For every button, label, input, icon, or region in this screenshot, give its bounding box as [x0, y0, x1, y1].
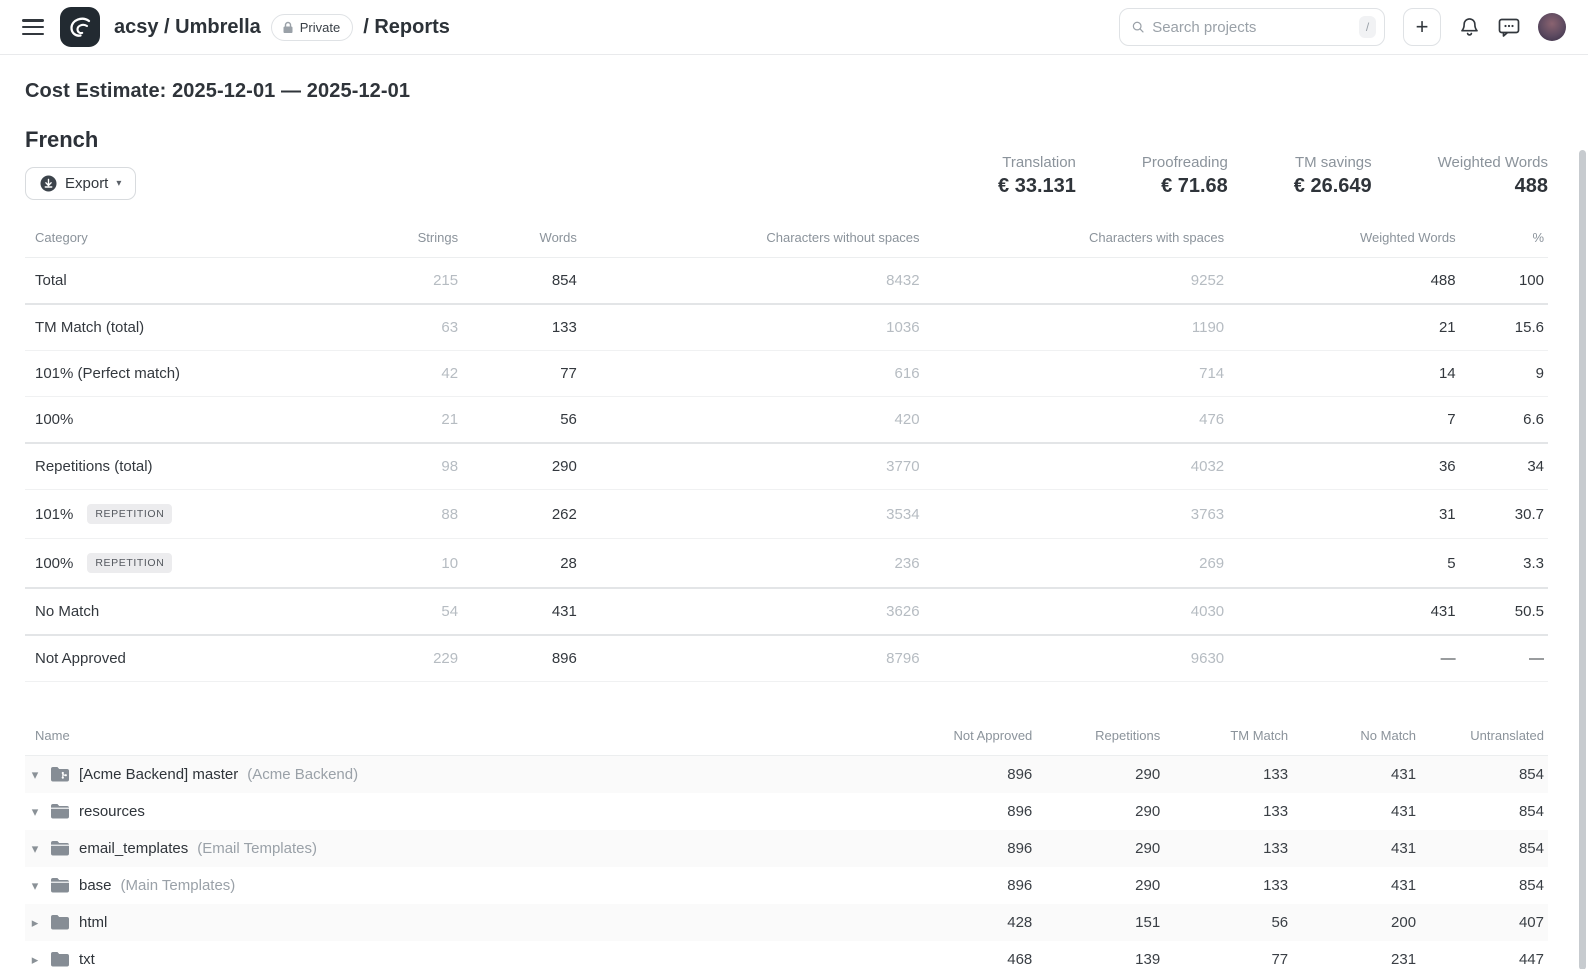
tree-item-suffix: (Acme Backend) [247, 766, 358, 783]
table-row-total: Total 215 854 8432 9252 488 100 [25, 258, 1548, 305]
column-header-strings: Strings [330, 218, 463, 258]
stat-label: TM savings [1294, 154, 1372, 171]
tree-row-folder-txt[interactable]: ▸ txt 468 139 77 231 447 [25, 941, 1548, 969]
folder-icon [50, 914, 70, 931]
column-header-not-approved: Not Approved [908, 716, 1036, 756]
tree-row-folder-base[interactable]: ▾ base(Main Templates) 896 290 133 431 8… [25, 867, 1548, 904]
table-row-100-repetition: 100% REPETITION 10 28 236 269 5 3.3 [25, 539, 1548, 589]
table-row-100: 100% 21 56 420 476 7 6.6 [25, 397, 1548, 444]
cost-table-header-row: Category Strings Words Characters withou… [25, 218, 1548, 258]
cost-estimate-table: Category Strings Words Characters withou… [25, 218, 1548, 682]
stat-weighted-words: Weighted Words 488 [1438, 154, 1548, 198]
tree-row-branch-master[interactable]: ▾ [Acme Backend] master(Acme Backend) 89… [25, 756, 1548, 794]
column-header-percent: % [1460, 218, 1548, 258]
table-row-tm-match-total: TM Match (total) 63 133 1036 1190 21 15.… [25, 304, 1548, 351]
privacy-badge: Private [271, 14, 353, 41]
collapse-caret-icon[interactable]: ▾ [29, 767, 41, 783]
column-header-name: Name [25, 716, 908, 756]
language-section-header: French Export ▾ Translation € 33.131 Pro… [25, 127, 1548, 200]
folder-icon [50, 951, 70, 968]
export-button-label: Export [65, 175, 108, 192]
privacy-badge-label: Private [300, 20, 340, 35]
page-title: Cost Estimate: 2025-12-01 — 2025-12-01 [25, 80, 1548, 103]
column-header-weighted-words: Weighted Words [1228, 218, 1459, 258]
column-header-words: Words [462, 218, 581, 258]
stat-tm-savings: TM savings € 26.649 [1294, 154, 1372, 198]
tree-item-suffix: (Main Templates) [121, 877, 236, 894]
search-box[interactable]: / [1119, 8, 1385, 46]
stat-proofreading: Proofreading € 71.68 [1142, 154, 1228, 198]
tree-item-name: email_templates [79, 840, 188, 857]
table-row-101-perfect-match: 101% (Perfect match) 42 77 616 714 14 9 [25, 351, 1548, 397]
breadcrumb: acsy / Umbrella Private / Reports [114, 14, 450, 41]
topbar-actions: / + [1119, 8, 1566, 46]
tree-row-folder-resources[interactable]: ▾ resources 896 290 133 431 854 [25, 793, 1548, 830]
table-row-not-approved: Not Approved 229 896 8796 9630 — — [25, 635, 1548, 682]
bell-icon [1459, 16, 1480, 38]
stat-value: € 33.131 [998, 175, 1076, 198]
tree-item-name: txt [79, 951, 95, 968]
table-row-repetitions-total: Repetitions (total) 98 290 3770 4032 36 … [25, 443, 1548, 490]
crowdin-logo-icon [67, 14, 93, 40]
file-breakdown-table: Name Not Approved Repetitions TM Match N… [25, 716, 1548, 969]
search-shortcut-hint: / [1359, 16, 1376, 38]
stat-label: Translation [998, 154, 1076, 171]
column-header-untranslated: Untranslated [1420, 716, 1548, 756]
repetition-badge: REPETITION [87, 504, 172, 524]
export-button[interactable]: Export ▾ [25, 167, 136, 200]
collapse-caret-icon[interactable]: ▾ [29, 878, 41, 894]
column-header-category: Category [25, 218, 330, 258]
tree-item-name: base [79, 877, 112, 894]
table-row-no-match: No Match 54 431 3626 4030 431 50.5 [25, 588, 1548, 635]
folder-icon [50, 803, 70, 820]
download-icon [40, 175, 57, 192]
create-project-button[interactable]: + [1403, 8, 1441, 46]
stat-value: 488 [1438, 175, 1548, 198]
column-header-tm-match: TM Match [1164, 716, 1292, 756]
column-header-repetitions: Repetitions [1036, 716, 1164, 756]
tree-item-name: resources [79, 803, 145, 820]
stat-label: Weighted Words [1438, 154, 1548, 171]
notifications-button[interactable] [1459, 16, 1480, 38]
tree-row-folder-email-templates[interactable]: ▾ email_templates(Email Templates) 896 2… [25, 830, 1548, 867]
menu-icon[interactable] [22, 19, 44, 35]
column-header-chars-with-spaces: Characters with spaces [924, 218, 1229, 258]
folder-icon [50, 840, 70, 857]
folder-icon [50, 877, 70, 894]
tree-item-name: html [79, 914, 107, 931]
chevron-down-icon: ▾ [116, 178, 121, 189]
column-header-chars-without-spaces: Characters without spaces [581, 218, 924, 258]
top-navigation-bar: acsy / Umbrella Private / Reports / + [0, 0, 1588, 55]
stat-value: € 26.649 [1294, 175, 1372, 198]
lock-icon [282, 21, 294, 34]
search-icon [1132, 19, 1144, 35]
expand-caret-icon[interactable]: ▸ [29, 952, 41, 968]
branch-folder-icon [50, 766, 70, 783]
tree-row-folder-html[interactable]: ▸ html 428 151 56 200 407 [25, 904, 1548, 941]
table-row-101-repetition: 101% REPETITION 88 262 3534 3763 31 30.7 [25, 490, 1548, 539]
breadcrumb-page[interactable]: / Reports [363, 16, 450, 39]
tree-item-suffix: (Email Templates) [197, 840, 317, 857]
chat-icon [1498, 17, 1520, 38]
breadcrumb-project[interactable]: acsy / Umbrella [114, 16, 261, 39]
search-input[interactable] [1152, 19, 1351, 36]
stat-label: Proofreading [1142, 154, 1228, 171]
messages-button[interactable] [1498, 17, 1520, 38]
file-table-header-row: Name Not Approved Repetitions TM Match N… [25, 716, 1548, 756]
vertical-scrollbar[interactable] [1579, 150, 1586, 969]
collapse-caret-icon[interactable]: ▾ [29, 841, 41, 857]
repetition-badge: REPETITION [87, 553, 172, 573]
stat-translation: Translation € 33.131 [998, 154, 1076, 198]
app-logo[interactable] [60, 7, 100, 47]
report-page: Cost Estimate: 2025-12-01 — 2025-12-01 F… [0, 80, 1588, 969]
column-header-no-match: No Match [1292, 716, 1420, 756]
expand-caret-icon[interactable]: ▸ [29, 915, 41, 931]
collapse-caret-icon[interactable]: ▾ [29, 804, 41, 820]
language-name: French [25, 127, 136, 153]
tree-item-name: [Acme Backend] master [79, 766, 238, 783]
stat-value: € 71.68 [1142, 175, 1228, 198]
user-avatar[interactable] [1538, 13, 1566, 41]
cost-summary: Translation € 33.131 Proofreading € 71.6… [998, 154, 1548, 200]
